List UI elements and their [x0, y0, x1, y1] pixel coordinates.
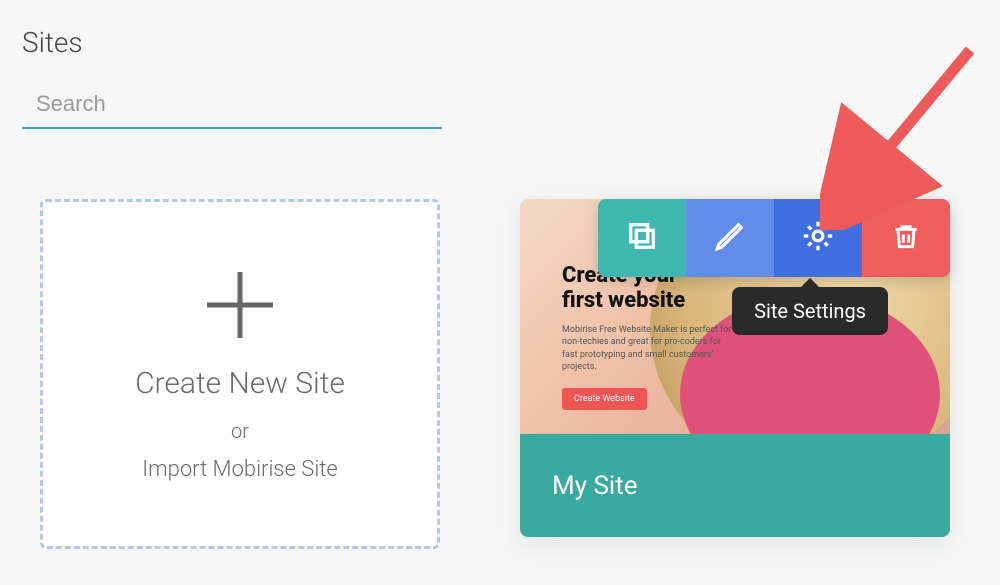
trash-icon	[890, 220, 922, 256]
site-label-bar: My Site	[520, 434, 950, 537]
search-container	[22, 87, 442, 129]
gear-icon	[800, 218, 836, 258]
create-or-label: or	[231, 419, 249, 443]
clone-icon	[625, 219, 659, 257]
delete-button[interactable]	[862, 199, 950, 277]
site-card[interactable]: Create your first website Mobirise Free …	[520, 199, 950, 537]
page-title: Sites	[0, 0, 1000, 59]
cards-row: Create New Site or Import Mobirise Site …	[0, 129, 1000, 549]
settings-button[interactable]	[774, 199, 862, 277]
plus-icon	[201, 266, 279, 348]
import-site-label: Import Mobirise Site	[142, 457, 338, 482]
clone-button[interactable]	[598, 199, 686, 277]
edit-button[interactable]	[686, 199, 774, 277]
pencil-icon	[713, 219, 747, 257]
create-new-site-label: Create New Site	[135, 366, 345, 401]
create-new-site-card[interactable]: Create New Site or Import Mobirise Site	[40, 199, 440, 549]
thumb-subtext: Mobirise Free Website Maker is perfect f…	[562, 324, 732, 374]
search-input[interactable]	[22, 87, 442, 129]
settings-tooltip: Site Settings	[732, 287, 888, 335]
site-toolbar	[598, 199, 950, 277]
thumb-cta-button: Create Website	[562, 388, 647, 410]
site-name: My Site	[552, 471, 638, 501]
